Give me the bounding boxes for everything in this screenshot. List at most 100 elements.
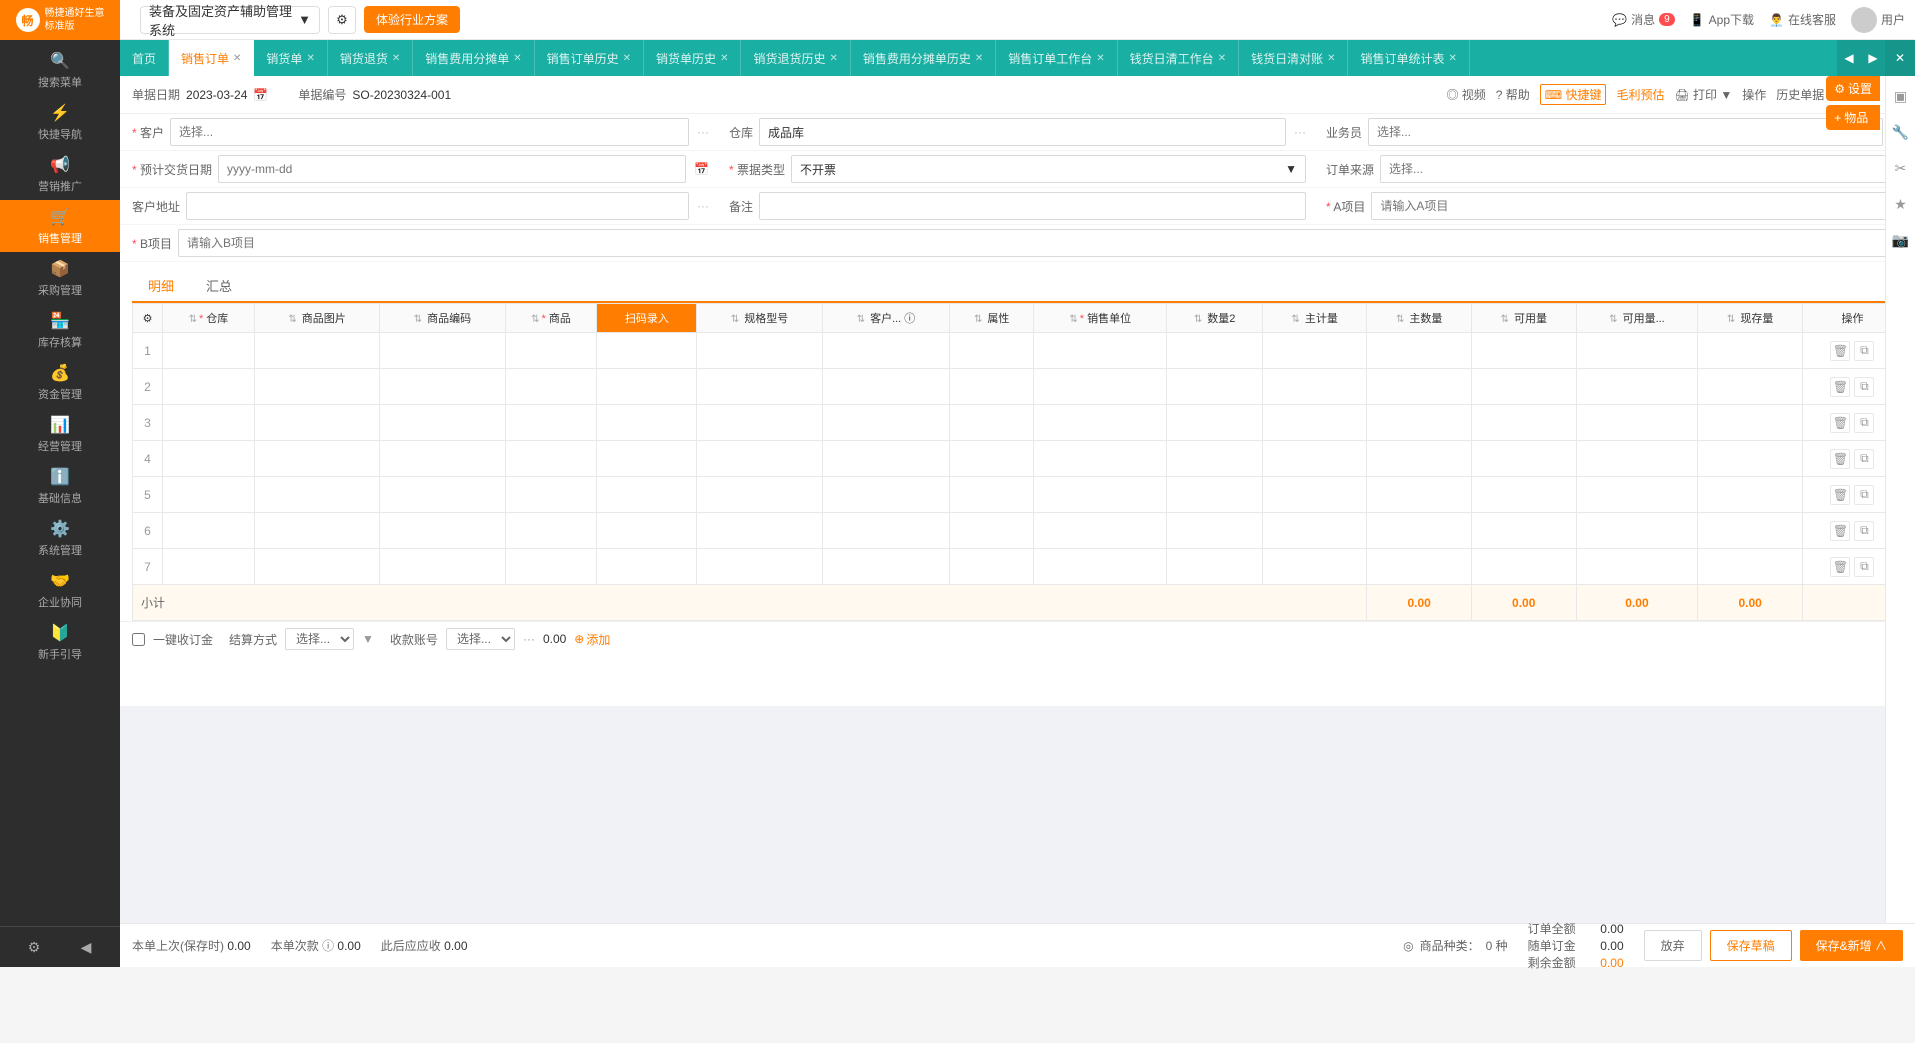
cell-product-2[interactable] xyxy=(505,369,597,405)
tab-return-history[interactable]: 销货退货历史 ✕ xyxy=(741,40,850,76)
discard-button[interactable]: 放弃 xyxy=(1644,930,1702,961)
tab-sales-order-history-close[interactable]: ✕ xyxy=(623,53,631,64)
warehouse-select[interactable]: 成品库 xyxy=(759,118,1286,146)
cell-spec-2[interactable] xyxy=(697,369,822,405)
help-link[interactable]: ? 帮助 xyxy=(1496,86,1530,103)
cell-image-6[interactable] xyxy=(254,513,379,549)
cell-qty2-6[interactable] xyxy=(1167,513,1262,549)
tab-detail[interactable]: 明细 xyxy=(132,270,190,303)
tab-sales-order-history[interactable]: 销售订单历史 ✕ xyxy=(535,40,644,76)
right-icon-4[interactable]: ★ xyxy=(1889,192,1913,216)
cell-cust-code-3[interactable] xyxy=(822,405,950,441)
cell-unit-6[interactable] xyxy=(1034,513,1167,549)
one-click-checkbox[interactable] xyxy=(132,633,145,646)
cell-cust-code-7[interactable] xyxy=(822,549,950,585)
cell-cust-code-2[interactable] xyxy=(822,369,950,405)
tab-sales-fee[interactable]: 销售费用分摊单 ✕ xyxy=(413,40,534,76)
cell-scan-7[interactable] xyxy=(597,549,697,585)
tab-close-all-button[interactable]: ✕ xyxy=(1885,40,1915,76)
cell-sku-1[interactable] xyxy=(380,333,505,369)
cell-image-1[interactable] xyxy=(254,333,379,369)
cell-stock-2[interactable] xyxy=(1698,369,1803,405)
sidebar-item-enterprise[interactable]: 🤝 企业协同 xyxy=(0,564,120,616)
cell-avail-4[interactable] xyxy=(1471,441,1576,477)
tab-cash-reconcile[interactable]: 钱货日清对账 ✕ xyxy=(1239,40,1348,76)
payment-account-select[interactable]: 选择... xyxy=(446,628,515,650)
tab-sales-goods-history[interactable]: 销货单历史 ✕ xyxy=(644,40,741,76)
cell-spec-5[interactable] xyxy=(697,477,822,513)
cell-main-qty-2[interactable] xyxy=(1367,369,1472,405)
cell-image-4[interactable] xyxy=(254,441,379,477)
tab-order-workbench[interactable]: 销售订单工作台 ✕ xyxy=(996,40,1117,76)
cell-scan-2[interactable] xyxy=(597,369,697,405)
b-project-input[interactable] xyxy=(178,229,1903,257)
cell-avail2-3[interactable] xyxy=(1576,405,1698,441)
sidebar-item-quicknav[interactable]: ⚡ 快捷导航 xyxy=(0,96,120,148)
app-download-button[interactable]: 📱 App下载 xyxy=(1690,11,1754,28)
cell-main-unit-4[interactable] xyxy=(1262,441,1367,477)
delivery-date-input[interactable] xyxy=(218,155,686,183)
cell-sku-5[interactable] xyxy=(380,477,505,513)
cell-qty2-7[interactable] xyxy=(1167,549,1262,585)
cell-image-2[interactable] xyxy=(254,369,379,405)
cell-main-qty-7[interactable] xyxy=(1367,549,1472,585)
cell-product-4[interactable] xyxy=(505,441,597,477)
cell-scan-6[interactable] xyxy=(597,513,697,549)
cell-scan-1[interactable] xyxy=(597,333,697,369)
cell-avail-7[interactable] xyxy=(1471,549,1576,585)
cell-main-unit-7[interactable] xyxy=(1262,549,1367,585)
cell-avail-3[interactable] xyxy=(1471,405,1576,441)
cell-unit-4[interactable] xyxy=(1034,441,1167,477)
cell-avail-2[interactable] xyxy=(1471,369,1576,405)
right-icon-2[interactable]: 🔧 xyxy=(1889,120,1913,144)
cell-stock-4[interactable] xyxy=(1698,441,1803,477)
tab-return-history-close[interactable]: ✕ xyxy=(829,53,837,64)
system-gear-button[interactable]: ⚙ xyxy=(328,6,356,34)
view-link[interactable]: ◎ 视频 xyxy=(1446,86,1485,103)
cell-spec-4[interactable] xyxy=(697,441,822,477)
right-icon-5[interactable]: 📷 xyxy=(1889,228,1913,252)
salesperson-input[interactable] xyxy=(1368,118,1883,146)
cell-avail2-6[interactable] xyxy=(1576,513,1698,549)
row-delete-3[interactable]: 🗑 xyxy=(1830,413,1850,433)
add-payment-button[interactable]: ⊕ 添加 xyxy=(574,631,610,648)
tab-cash-workbench[interactable]: 钱货日清工作台 ✕ xyxy=(1118,40,1239,76)
row-copy-6[interactable]: ⧉ xyxy=(1854,521,1874,541)
cell-main-unit-5[interactable] xyxy=(1262,477,1367,513)
tab-order-workbench-close[interactable]: ✕ xyxy=(1096,53,1104,64)
cell-main-qty-4[interactable] xyxy=(1367,441,1472,477)
sidebar-item-system[interactable]: ⚙️ 系统管理 xyxy=(0,512,120,564)
tab-sales-order[interactable]: 销售订单 ✕ xyxy=(169,40,254,76)
cell-qty2-3[interactable] xyxy=(1167,405,1262,441)
tab-cash-reconcile-close[interactable]: ✕ xyxy=(1327,53,1335,64)
tab-sales-order-close[interactable]: ✕ xyxy=(233,53,241,64)
cell-warehouse-6[interactable] xyxy=(163,513,255,549)
sidebar-item-search[interactable]: 🔍 搜索菜单 xyxy=(0,44,120,96)
products-count-icon[interactable]: ◎ xyxy=(1403,939,1413,953)
cell-scan-3[interactable] xyxy=(597,405,697,441)
cell-product-5[interactable] xyxy=(505,477,597,513)
cell-warehouse-1[interactable] xyxy=(163,333,255,369)
save-draft-button[interactable]: 保存草稿 xyxy=(1710,930,1792,961)
save-new-button[interactable]: 保存&新增 ∧ xyxy=(1800,930,1903,961)
tab-next-button[interactable]: ▶ xyxy=(1861,40,1885,76)
row-copy-4[interactable]: ⧉ xyxy=(1854,449,1874,469)
row-delete-5[interactable]: 🗑 xyxy=(1830,485,1850,505)
address-more-icon[interactable]: ··· xyxy=(697,199,709,213)
tab-home[interactable]: 首页 xyxy=(120,40,169,76)
cell-main-unit-3[interactable] xyxy=(1262,405,1367,441)
operations-link[interactable]: 操作 xyxy=(1742,86,1766,103)
cell-image-3[interactable] xyxy=(254,405,379,441)
cell-qty2-4[interactable] xyxy=(1167,441,1262,477)
cell-spec-7[interactable] xyxy=(697,549,822,585)
cell-warehouse-7[interactable] xyxy=(163,549,255,585)
tab-sales-stats[interactable]: 销售订单统计表 ✕ xyxy=(1348,40,1469,76)
sidebar-item-guide[interactable]: 🔰 新手引导 xyxy=(0,616,120,668)
cell-cust-code-4[interactable] xyxy=(822,441,950,477)
settings-quick-btn[interactable]: ⚙ 设置 xyxy=(1826,76,1880,101)
row-copy-5[interactable]: ⧉ xyxy=(1854,485,1874,505)
cell-warehouse-5[interactable] xyxy=(163,477,255,513)
cell-sku-2[interactable] xyxy=(380,369,505,405)
customer-more-icon[interactable]: ··· xyxy=(697,125,709,139)
cell-qty2-2[interactable] xyxy=(1167,369,1262,405)
